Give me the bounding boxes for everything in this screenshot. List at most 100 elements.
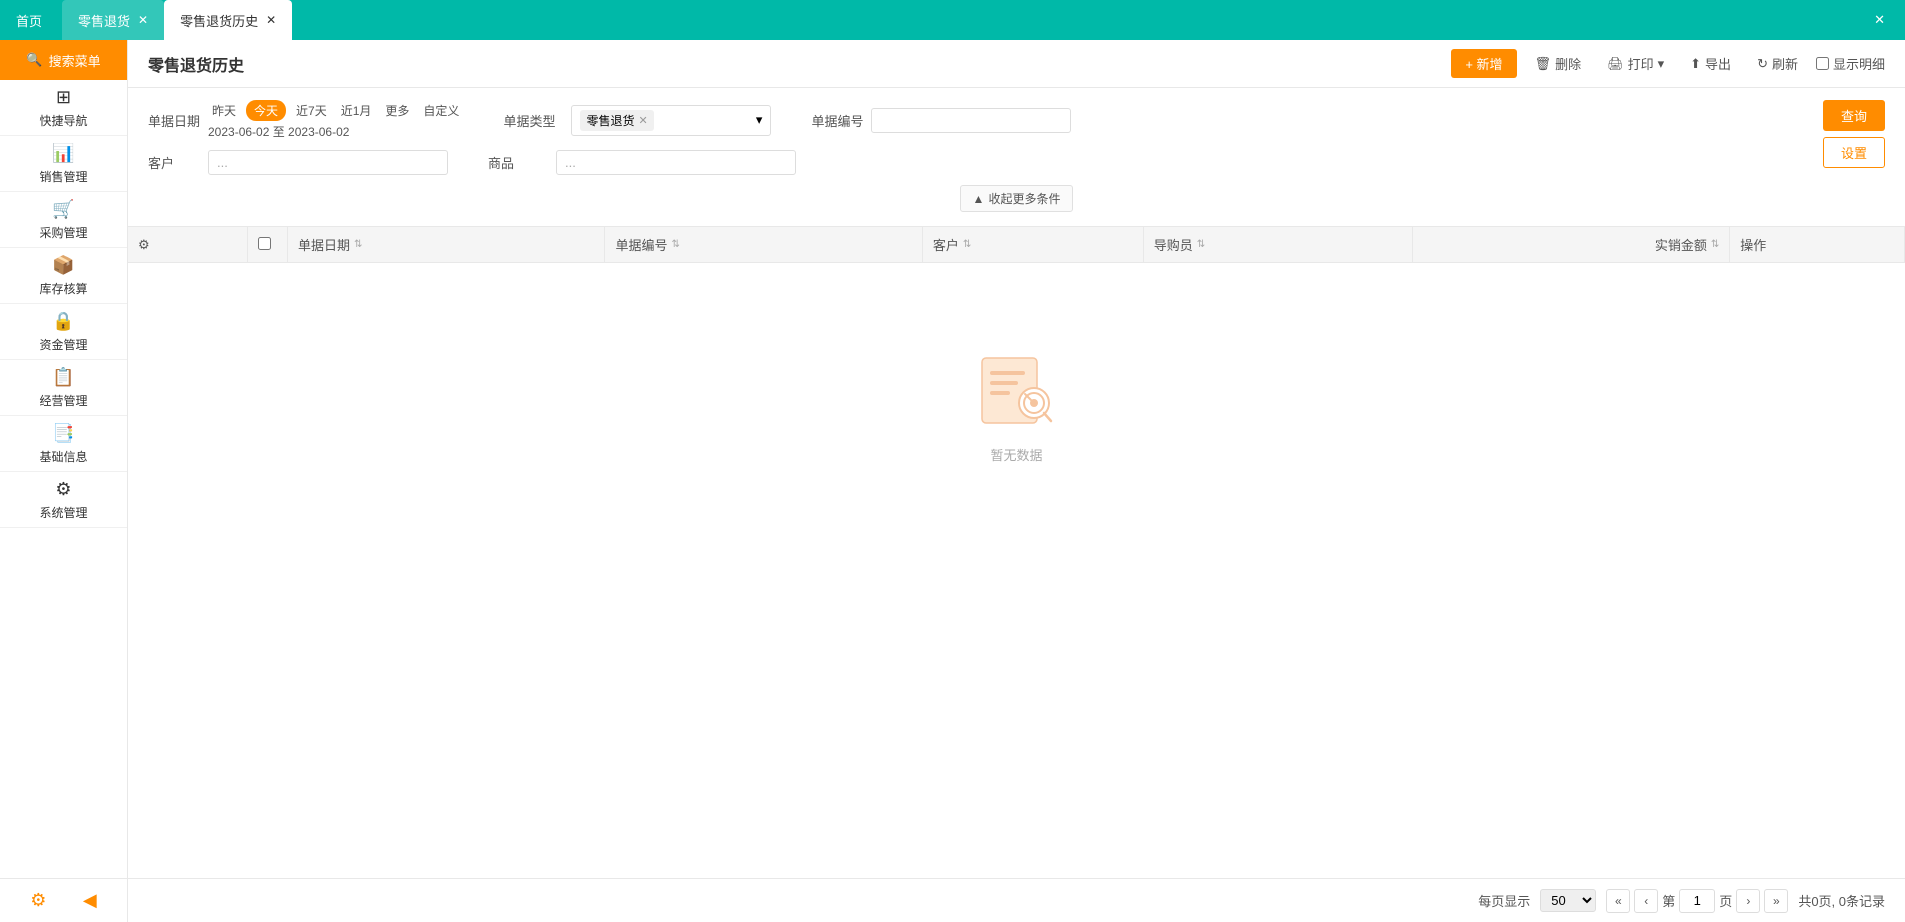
date-btn-today[interactable]: 今天 — [246, 100, 286, 121]
page-input[interactable] — [1679, 889, 1715, 913]
tab-retail-return-history-label: 零售退货历史 — [180, 11, 258, 30]
tab-retail-return-history-close[interactable]: ✕ — [266, 13, 276, 27]
sidebar-search-label: 搜索菜单 — [49, 51, 101, 70]
sidebar-item-quick-nav[interactable]: ⊞ 快捷导航 — [0, 80, 127, 136]
sidebar-item-finance[interactable]: 🔒 资金管理 — [0, 304, 127, 360]
collapse-up-icon: ▲ — [973, 192, 985, 206]
th-date-label: 单据日期 — [298, 235, 350, 254]
sidebar-search[interactable]: 🔍 搜索菜单 — [0, 40, 127, 80]
th-date[interactable]: 单据日期 ⇅ — [288, 227, 605, 263]
type-tag-close[interactable]: ✕ — [638, 114, 647, 127]
th-date-sort-icon[interactable]: ⇅ — [354, 239, 362, 250]
print-icon: 🖨 — [1607, 56, 1624, 72]
sidebar-item-sales-mgmt[interactable]: 📊 销售管理 — [0, 136, 127, 192]
inventory-icon: 📦 — [52, 255, 74, 276]
search-icon: 🔍 — [26, 52, 42, 68]
goods-filter-input[interactable]: ... — [556, 150, 796, 175]
filter-type-group: 单据类型 零售退货 ✕ ▾ — [503, 105, 771, 136]
sidebar-item-basic-info[interactable]: 📑 基础信息 — [0, 416, 127, 472]
display-detail-input[interactable] — [1816, 57, 1829, 70]
type-filter-label: 单据类型 — [503, 111, 563, 130]
data-table: ⚙ 单据日期 ⇅ 单据编号 — [128, 227, 1905, 263]
customer-filter-input[interactable]: ... — [208, 150, 448, 175]
main-layout: 🔍 搜索菜单 ⊞ 快捷导航 📊 销售管理 🛒 采购管理 📦 库存核算 🔒 — [0, 40, 1905, 922]
sidebar-item-inventory[interactable]: 📦 库存核算 — [0, 248, 127, 304]
purchase-icon: 🛒 — [52, 199, 74, 220]
customer-filter-label: 客户 — [148, 153, 208, 172]
page-first-btn[interactable]: « — [1606, 889, 1630, 913]
filter-actions: 查询 设置 — [1803, 100, 1885, 168]
number-filter-input[interactable] — [871, 108, 1071, 133]
th-amount-sort-icon[interactable]: ⇅ — [1711, 239, 1719, 250]
refresh-button[interactable]: ↻ 刷新 — [1749, 50, 1806, 77]
sidebar-item-purchase-mgmt[interactable]: 🛒 采购管理 — [0, 192, 127, 248]
th-guide-sort-icon[interactable]: ⇅ — [1197, 239, 1205, 250]
filter-row-2: 客户 ... 商品 ... — [148, 150, 1803, 175]
query-button[interactable]: 查询 — [1823, 100, 1885, 131]
add-button[interactable]: + 新增 — [1451, 49, 1516, 78]
column-settings-icon[interactable]: ⚙ — [138, 237, 150, 252]
th-guide[interactable]: 导购员 ⇅ — [1143, 227, 1412, 263]
empty-text: 暂无数据 — [990, 445, 1042, 464]
sidebar-item-operations-label: 经营管理 — [39, 392, 87, 409]
empty-icon — [972, 343, 1062, 433]
sidebar-collapse-icon[interactable]: ◀ — [83, 890, 97, 911]
sidebar-item-quick-nav-label: 快捷导航 — [39, 112, 87, 129]
th-number[interactable]: 单据编号 ⇅ — [605, 227, 922, 263]
type-select[interactable]: 零售退货 ✕ ▾ — [571, 105, 771, 136]
export-icon: ⬆ — [1690, 56, 1701, 72]
date-btn-custom[interactable]: 自定义 — [419, 100, 463, 121]
window-close-btn[interactable]: ✕ — [1874, 12, 1905, 28]
filter-settings-button[interactable]: 设置 — [1823, 137, 1885, 168]
tab-home[interactable]: 首页 — [0, 0, 58, 40]
export-button[interactable]: ⬆ 导出 — [1682, 50, 1739, 77]
basic-info-icon: 📑 — [52, 423, 74, 444]
type-tag: 零售退货 ✕ — [580, 110, 653, 131]
th-setting[interactable]: ⚙ — [128, 227, 248, 263]
th-customer-label: 客户 — [933, 235, 959, 254]
display-detail-checkbox[interactable]: 显示明细 — [1816, 54, 1885, 73]
date-btn-yesterday[interactable]: 昨天 — [208, 100, 240, 121]
page-next-btn[interactable]: › — [1736, 889, 1760, 913]
empty-state: 暂无数据 — [128, 263, 1905, 544]
th-action: 操作 — [1730, 227, 1905, 263]
tab-retail-return-history[interactable]: 零售退货历史 ✕ — [164, 0, 292, 40]
tab-retail-return-label: 零售退货 — [78, 11, 130, 30]
page-prev-btn[interactable]: ‹ — [1634, 889, 1658, 913]
th-number-sort-icon[interactable]: ⇅ — [671, 239, 679, 250]
tab-retail-return-close[interactable]: ✕ — [138, 13, 148, 27]
tab-retail-return[interactable]: 零售退货 ✕ — [62, 0, 164, 40]
page-label: 第 — [1662, 891, 1675, 910]
print-button[interactable]: 🖨 打印 ▾ — [1599, 50, 1672, 77]
sidebar: 🔍 搜索菜单 ⊞ 快捷导航 📊 销售管理 🛒 采购管理 📦 库存核算 🔒 — [0, 40, 128, 922]
th-customer-sort-icon[interactable]: ⇅ — [963, 239, 971, 250]
date-btn-7days[interactable]: 近7天 — [292, 100, 331, 121]
th-customer[interactable]: 客户 ⇅ — [922, 227, 1143, 263]
page-last-btn[interactable]: » — [1764, 889, 1788, 913]
sidebar-item-system-label: 系统管理 — [39, 504, 87, 521]
page-size-select[interactable]: 50 10 20 100 — [1540, 889, 1596, 912]
date-range-group: 昨天 今天 近7天 近1月 更多 自定义 2023-06-02 至 2023-0… — [208, 100, 463, 140]
sidebar-item-operations[interactable]: 📋 经营管理 — [0, 360, 127, 416]
table-header: ⚙ 单据日期 ⇅ 单据编号 — [128, 227, 1905, 263]
collapse-filter-btn[interactable]: ▲ 收起更多条件 — [960, 185, 1074, 212]
page-title: 零售退货历史 — [148, 52, 244, 76]
th-guide-label: 导购员 — [1154, 235, 1193, 254]
date-btn-more[interactable]: 更多 — [381, 100, 413, 121]
sales-icon: 📊 — [52, 143, 74, 164]
delete-button[interactable]: 🗑 删除 — [1527, 50, 1590, 77]
date-quick-filters: 昨天 今天 近7天 近1月 更多 自定义 — [208, 100, 463, 121]
sidebar-nav: ⊞ 快捷导航 📊 销售管理 🛒 采购管理 📦 库存核算 🔒 资金管理 📋 — [0, 80, 127, 878]
th-amount[interactable]: 实销金额 ⇅ — [1412, 227, 1729, 263]
tab-home-label: 首页 — [16, 11, 42, 30]
sidebar-item-system[interactable]: ⚙ 系统管理 — [0, 472, 127, 528]
filter-area: 单据日期 昨天 今天 近7天 近1月 更多 自定义 2023-06-02 至 2… — [128, 88, 1905, 227]
top-bar: 首页 零售退货 ✕ 零售退货历史 ✕ ✕ — [0, 0, 1905, 40]
settings-gear-icon[interactable]: ⚙ — [30, 890, 46, 911]
page-size-label: 每页显示 — [1478, 891, 1530, 910]
sidebar-item-basic-info-label: 基础信息 — [39, 448, 87, 465]
date-btn-1month[interactable]: 近1月 — [337, 100, 376, 121]
finance-icon: 🔒 — [52, 311, 74, 332]
page-header: 零售退货历史 + 新增 🗑 删除 🖨 打印 ▾ ⬆ 导出 ↻ — [128, 40, 1905, 88]
select-all-checkbox[interactable] — [258, 237, 271, 250]
